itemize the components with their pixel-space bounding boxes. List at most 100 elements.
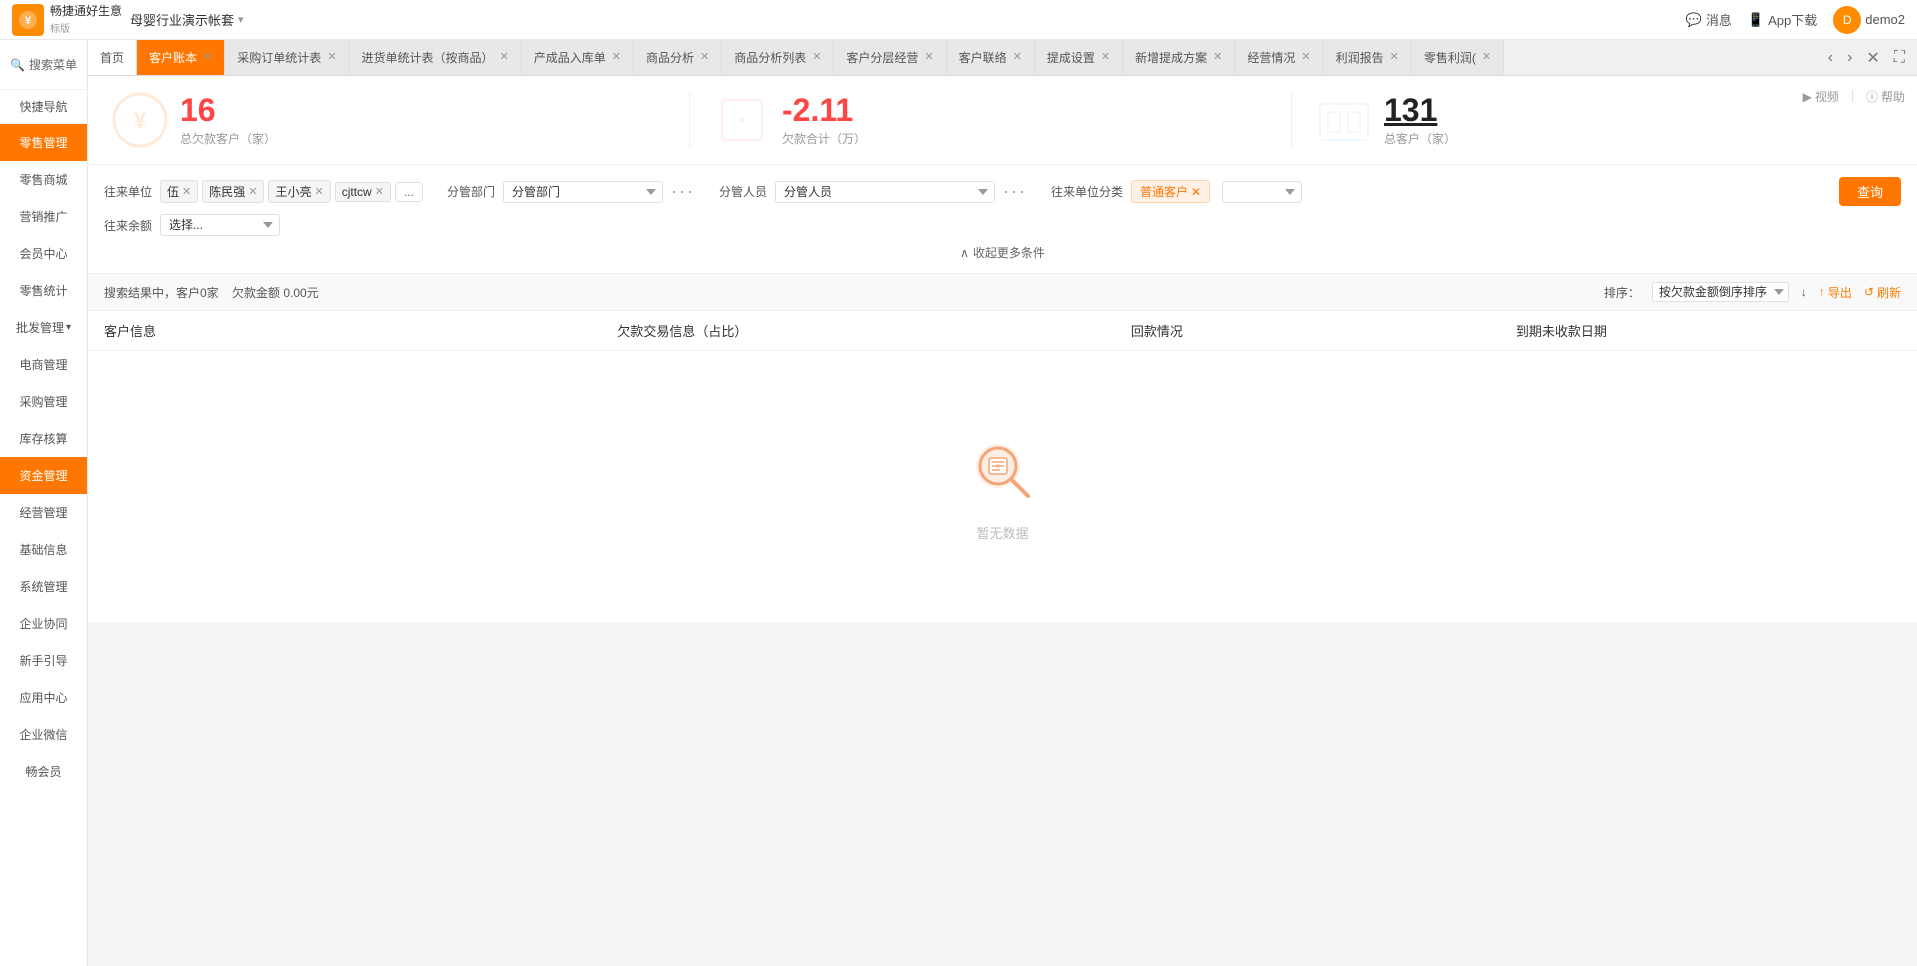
tab-customer-segment[interactable]: 客户分层经营 ✕ xyxy=(834,40,946,75)
tab-prev-button[interactable]: ‹ xyxy=(1824,47,1837,69)
tab-home[interactable]: 首页 xyxy=(88,40,137,75)
sidebar-item-basic-info[interactable]: 基础信息 xyxy=(0,531,87,568)
company-tag-chen-remove[interactable]: ✕ xyxy=(248,185,257,198)
sidebar-item-app-center-label: 应用中心 xyxy=(19,691,67,705)
tab-profit-report-close[interactable]: ✕ xyxy=(1390,52,1399,63)
department-more-icon[interactable]: ··· xyxy=(671,181,695,202)
tab-production-inbound-close[interactable]: ✕ xyxy=(612,52,621,63)
tab-customer-capital-close[interactable]: ✕ xyxy=(203,52,212,63)
tab-customer-capital[interactable]: 客户账本 ✕ xyxy=(137,40,225,75)
tab-fullscreen-button[interactable]: ⛶ xyxy=(1890,47,1909,69)
result-count: 搜索结果中，客户0家 xyxy=(104,286,219,300)
video-link[interactable]: ▶ 视频 xyxy=(1803,88,1839,105)
sidebar-item-operations-label: 经营管理 xyxy=(19,506,67,520)
table-header-credit-transaction: 欠款交易信息（占比） xyxy=(617,321,1130,340)
empty-icon xyxy=(963,431,1043,511)
tab-business-situation[interactable]: 经营情况 ✕ xyxy=(1235,40,1323,75)
sidebar-search-area: 🔍 搜索菜单 xyxy=(0,40,87,90)
tab-product-analysis-close[interactable]: ✕ xyxy=(700,52,709,63)
tab-close-all-button[interactable]: ✕ xyxy=(1862,46,1883,70)
sidebar-item-ecommerce-manage[interactable]: 电商管理 xyxy=(0,346,87,383)
app-download-button[interactable]: 📱 App下载 xyxy=(1748,10,1817,29)
company-type-select[interactable] xyxy=(1222,181,1302,203)
sort-select[interactable]: 按欠款金额倒序排序 xyxy=(1652,282,1789,302)
main-layout: 🔍 搜索菜单 快捷导航 零售管理 零售商城 营销推广 会员中心 零售统计 批发管… xyxy=(0,40,1917,966)
tab-retail-profit-close[interactable]: ✕ xyxy=(1482,52,1491,63)
company-tag-chen: 陈民强 ✕ xyxy=(202,180,264,203)
refresh-button[interactable]: ↺ 刷新 xyxy=(1864,284,1901,301)
sidebar-item-system-label: 系统管理 xyxy=(19,580,67,594)
tab-new-raise-plan-close[interactable]: ✕ xyxy=(1213,52,1222,63)
company-tag-cjttcw: cjttcw ✕ xyxy=(335,182,391,202)
sidebar-item-retail-stats[interactable]: 零售统计 xyxy=(0,272,87,309)
tab-profit-report[interactable]: 利润报告 ✕ xyxy=(1324,40,1412,75)
stat-value-total-customers: 131 xyxy=(1384,94,1456,126)
tab-raise-settings[interactable]: 提成设置 ✕ xyxy=(1035,40,1123,75)
sidebar-item-member-center[interactable]: 会员中心 xyxy=(0,235,87,272)
messages-button[interactable]: 💬 消息 xyxy=(1686,10,1732,29)
company-more-button[interactable]: ... xyxy=(395,182,423,202)
tab-inbound-stats-close[interactable]: ✕ xyxy=(500,52,509,63)
stat-info-credit-customers: 16 总欠款客户（家） xyxy=(180,94,276,147)
sidebar-item-operations-manage[interactable]: 经营管理 xyxy=(0,494,87,531)
company-tag-wang-remove[interactable]: ✕ xyxy=(315,185,324,198)
manager-select[interactable]: 分管人员 xyxy=(775,181,995,203)
video-icon: ▶ xyxy=(1803,90,1812,104)
tab-purchase-order-stats[interactable]: 采购订单统计表 ✕ xyxy=(225,40,349,75)
query-button[interactable]: 查询 xyxy=(1839,177,1901,206)
table-header-customer-info: 客户信息 xyxy=(104,321,617,340)
sidebar-item-ecommerce-label: 电商管理 xyxy=(19,358,67,372)
company-tag-wu-text: 伍 xyxy=(167,183,179,200)
stat-block-credit-customers: ¥ 16 总欠款客户（家） xyxy=(112,92,690,148)
tab-production-inbound[interactable]: 产成品入库单 ✕ xyxy=(522,40,634,75)
company-tag-wu-remove[interactable]: ✕ xyxy=(182,185,191,198)
sidebar-item-app-center[interactable]: 应用中心 xyxy=(0,679,87,716)
company-tag-cjttcw-remove[interactable]: ✕ xyxy=(375,185,384,198)
header-right: 💬 消息 📱 App下载 D demo2 xyxy=(1686,6,1905,34)
tab-production-inbound-label: 产成品入库单 xyxy=(534,49,606,66)
collapse-button[interactable]: ∧ 收起更多条件 xyxy=(104,244,1901,261)
tab-product-analysis-list[interactable]: 商品分析列表 ✕ xyxy=(722,40,834,75)
company-type-tag-remove[interactable]: ✕ xyxy=(1191,185,1201,199)
sidebar-item-marketing[interactable]: 营销推广 xyxy=(0,198,87,235)
tab-product-analysis-list-close[interactable]: ✕ xyxy=(812,52,821,63)
tab-purchase-order-stats-close[interactable]: ✕ xyxy=(327,52,336,63)
tab-customer-contact-close[interactable]: ✕ xyxy=(1013,52,1022,63)
tab-next-button[interactable]: › xyxy=(1843,47,1856,69)
manager-more-icon[interactable]: ··· xyxy=(1003,181,1027,202)
export-button[interactable]: ↑ 导出 xyxy=(1819,284,1852,301)
sidebar-item-purchase-manage[interactable]: 采购管理 xyxy=(0,383,87,420)
tab-customer-segment-close[interactable]: ✕ xyxy=(924,52,933,63)
filter-area: 往来单位 伍 ✕ 陈民强 ✕ 王小亮 ✕ xyxy=(88,165,1917,274)
sidebar-item-capital-manage[interactable]: 资金管理 xyxy=(0,457,87,494)
sidebar-item-system-manage[interactable]: 系统管理 xyxy=(0,568,87,605)
help-divider: | xyxy=(1851,88,1854,105)
department-filter-label: 分管部门 xyxy=(447,183,495,200)
video-label: 视频 xyxy=(1815,88,1839,105)
store-selector[interactable]: 母婴行业演示帐套 ▾ xyxy=(130,10,244,29)
tab-raise-settings-close[interactable]: ✕ xyxy=(1101,52,1110,63)
balance-select[interactable]: 选择... xyxy=(160,214,280,236)
sidebar-item-vip-member-label: 畅会员 xyxy=(25,765,61,779)
quick-nav-button[interactable]: 快捷导航 xyxy=(0,90,87,124)
sidebar-item-wholesale-manage[interactable]: 批发管理 ▾ xyxy=(0,309,87,346)
logo-area: ¥ 畅捷通好生意 标版 xyxy=(12,4,122,36)
department-select[interactable]: 分管部门 xyxy=(503,181,663,203)
company-tag-wang-text: 王小亮 xyxy=(275,183,311,200)
help-link[interactable]: ⓘ 帮助 xyxy=(1866,88,1905,105)
sidebar-item-retail-mall[interactable]: 零售商城 xyxy=(0,161,87,198)
sidebar-item-new-guide[interactable]: 新手引导 xyxy=(0,642,87,679)
tab-new-raise-plan[interactable]: 新增提成方案 ✕ xyxy=(1123,40,1235,75)
tab-business-situation-close[interactable]: ✕ xyxy=(1301,52,1310,63)
sidebar-item-vip-member[interactable]: 畅会员 xyxy=(0,753,87,790)
sidebar-item-retail-manage[interactable]: 零售管理 xyxy=(0,124,87,161)
tab-retail-profit[interactable]: 零售利润( ✕ xyxy=(1412,40,1504,75)
sidebar-item-inventory-check[interactable]: 库存核算 xyxy=(0,420,87,457)
tab-product-analysis[interactable]: 商品分析 ✕ xyxy=(634,40,722,75)
tab-inbound-stats[interactable]: 进货单统计表（按商品） ✕ xyxy=(349,40,521,75)
sidebar-item-enterprise-coop[interactable]: 企业协同 xyxy=(0,605,87,642)
search-menu-button[interactable]: 🔍 搜索菜单 xyxy=(8,50,79,79)
sidebar-item-enterprise-wechat[interactable]: 企业微信 xyxy=(0,716,87,753)
user-profile[interactable]: D demo2 xyxy=(1833,6,1905,34)
tab-customer-contact[interactable]: 客户联络 ✕ xyxy=(947,40,1035,75)
